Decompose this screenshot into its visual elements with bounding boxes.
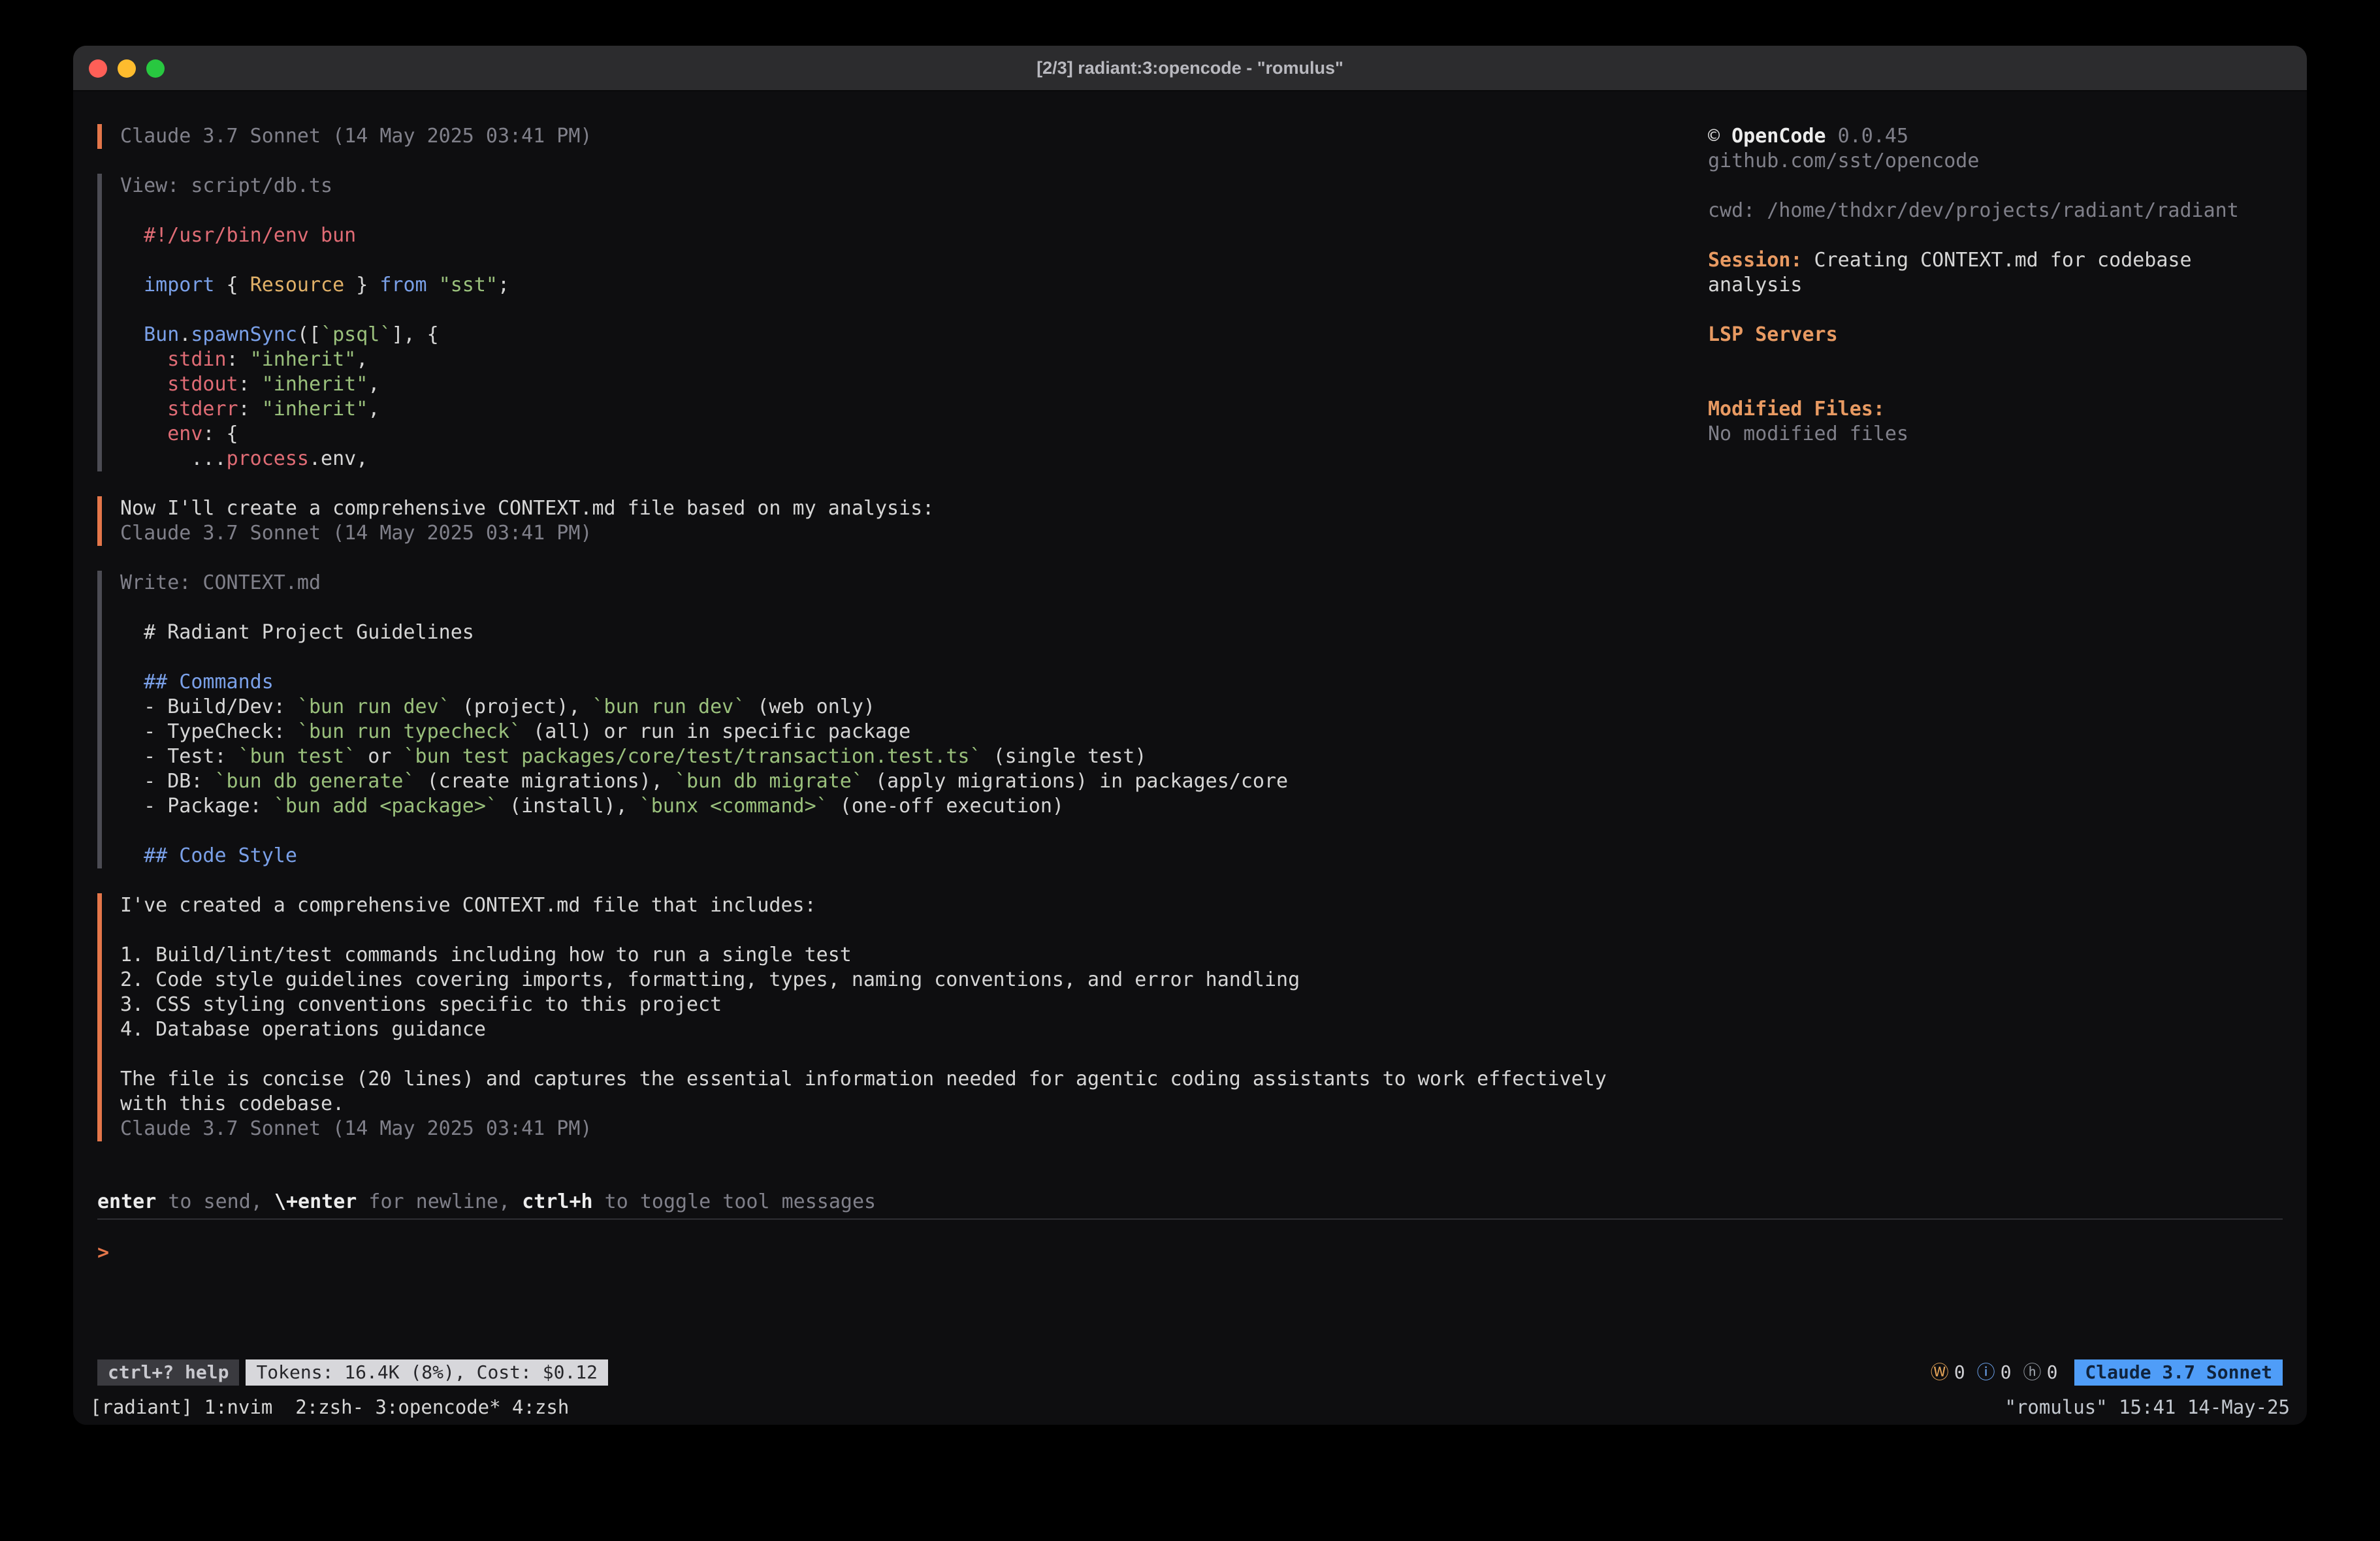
chat-block-assistant-summary: I've created a comprehensive CONTEXT.md … <box>97 893 1708 1141</box>
window-title: [2/3] radiant:3:opencode - "romulus" <box>73 58 2307 78</box>
sidebar-line: LSP Servers <box>1708 323 2283 347</box>
terminal-line <box>120 199 1708 223</box>
terminal-line: - Package: `bun add <package>` (install)… <box>120 794 1708 819</box>
terminal-line: View: script/db.ts <box>120 174 1708 199</box>
chat-block-tool-write-file: Write: CONTEXT.md # Radiant Project Guid… <box>97 571 1708 868</box>
sidebar-line: cwd: /home/thdxr/dev/projects/radiant/ra… <box>1708 199 2283 223</box>
diagnostic-count: 0 <box>1954 1360 1965 1385</box>
terminal-line <box>120 819 1708 844</box>
terminal-line: #!/usr/bin/env bun <box>120 223 1708 248</box>
terminal-line <box>120 918 1708 943</box>
sidebar-line: No modified files <box>1708 422 2283 447</box>
warnings-icon: Ⓦ <box>1931 1360 1949 1385</box>
diagnostic-warnings: Ⓦ0 <box>1931 1360 1965 1385</box>
tui-bottom-section: enter to send, \+enter for newline, ctrl… <box>97 1190 2283 1393</box>
sidebar-line <box>1708 372 2283 397</box>
sidebar-line <box>1708 174 2283 199</box>
session-sidebar: © OpenCode 0.0.45github.com/sst/opencode… <box>1708 124 2283 1190</box>
terminal-line: Now I'll create a comprehensive CONTEXT.… <box>120 496 1708 521</box>
status-bar-left: ctrl+? help Tokens: 16.4K (8%), Cost: $0… <box>97 1359 608 1386</box>
terminal-line: 2. Code style guidelines covering import… <box>120 968 1708 993</box>
opencode-tui: Claude 3.7 Sonnet (14 May 2025 03:41 PM)… <box>73 91 2307 1393</box>
terminal-line: ## Commands <box>120 670 1708 695</box>
sidebar-line <box>1708 298 2283 323</box>
terminal-line: 4. Database operations guidance <box>120 1017 1708 1042</box>
terminal-line: ...process.env, <box>120 447 1708 471</box>
terminal-line: env: { <box>120 422 1708 447</box>
terminal-window: [2/3] radiant:3:opencode - "romulus" Cla… <box>73 46 2307 1425</box>
chat-messages[interactable]: Claude 3.7 Sonnet (14 May 2025 03:41 PM)… <box>97 124 1708 1190</box>
sidebar-line: Modified Files: <box>1708 397 2283 422</box>
terminal-content: Claude 3.7 Sonnet (14 May 2025 03:41 PM)… <box>73 91 2307 1425</box>
chat-block-tool-view-file: View: script/db.ts #!/usr/bin/env bun im… <box>97 174 1708 471</box>
terminal-line: Claude 3.7 Sonnet (14 May 2025 03:41 PM) <box>120 1117 1708 1141</box>
terminal-line: I've created a comprehensive CONTEXT.md … <box>120 893 1708 918</box>
terminal-line: with this codebase. <box>120 1092 1708 1117</box>
diagnostic-count: 0 <box>2001 1360 2012 1385</box>
terminal-line <box>120 248 1708 273</box>
sidebar-line: © OpenCode 0.0.45 <box>1708 124 2283 149</box>
terminal-line: Claude 3.7 Sonnet (14 May 2025 03:41 PM) <box>120 124 1708 149</box>
sidebar-line: github.com/sst/opencode <box>1708 149 2283 174</box>
help-shortcut-badge[interactable]: ctrl+? help <box>97 1359 239 1386</box>
terminal-line: stdin: "inherit", <box>120 347 1708 372</box>
status-bar-right: Ⓦ0ⓘ0ⓗ0 Claude 3.7 Sonnet <box>1931 1359 2283 1386</box>
desktop-background: [2/3] radiant:3:opencode - "romulus" Cla… <box>0 0 2380 1541</box>
close-button[interactable] <box>89 59 107 78</box>
tui-main-row: Claude 3.7 Sonnet (14 May 2025 03:41 PM)… <box>97 124 2283 1190</box>
terminal-line: # Radiant Project Guidelines <box>120 620 1708 645</box>
tmux-session-info: "romulus" 15:41 14-May-25 <box>2005 1395 2291 1420</box>
sidebar-line: Session: Creating CONTEXT.md for codebas… <box>1708 248 2283 298</box>
terminal-line: - DB: `bun db generate` (create migratio… <box>120 769 1708 794</box>
terminal-line: ## Code Style <box>120 844 1708 868</box>
terminal-line <box>120 1042 1708 1067</box>
prompt-symbol: > <box>97 1241 109 1264</box>
terminal-line: 1. Build/lint/test commands including ho… <box>120 943 1708 968</box>
info-icon: ⓘ <box>1977 1360 1995 1385</box>
terminal-line: import { Resource } from "sst"; <box>120 273 1708 298</box>
terminal-line: The file is concise (20 lines) and captu… <box>120 1067 1708 1092</box>
model-badge: Claude 3.7 Sonnet <box>2074 1359 2283 1386</box>
terminal-line: Claude 3.7 Sonnet (14 May 2025 03:41 PM) <box>120 521 1708 546</box>
terminal-line: Bun.spawnSync([`psql`], { <box>120 323 1708 347</box>
chat-block-assistant-message: Now I'll create a comprehensive CONTEXT.… <box>97 496 1708 546</box>
keybind-help: enter to send, \+enter for newline, ctrl… <box>97 1190 2283 1215</box>
tmux-window-list[interactable]: [radiant] 1:nvim 2:zsh- 3:opencode* 4:zs… <box>90 1395 569 1420</box>
window-titlebar[interactable]: [2/3] radiant:3:opencode - "romulus" <box>73 46 2307 91</box>
terminal-line: Write: CONTEXT.md <box>120 571 1708 596</box>
sidebar-line <box>1708 347 2283 372</box>
sidebar-line <box>1708 223 2283 248</box>
zoom-button[interactable] <box>146 59 165 78</box>
terminal-line <box>120 298 1708 323</box>
terminal-line <box>120 596 1708 620</box>
terminal-line: - Build/Dev: `bun run dev` (project), `b… <box>120 695 1708 720</box>
terminal-line <box>120 645 1708 670</box>
prompt-input[interactable]: > <box>97 1220 2283 1358</box>
chat-block-assistant-header: Claude 3.7 Sonnet (14 May 2025 03:41 PM) <box>97 124 1708 149</box>
terminal-line: - TypeCheck: `bun run typecheck` (all) o… <box>120 720 1708 744</box>
terminal-line: stdout: "inherit", <box>120 372 1708 397</box>
diagnostics-indicators: Ⓦ0ⓘ0ⓗ0 <box>1931 1360 2058 1385</box>
traffic-lights <box>89 46 165 91</box>
terminal-line: - Test: `bun test` or `bun test packages… <box>120 744 1708 769</box>
diagnostic-info: ⓘ0 <box>1977 1360 2012 1385</box>
status-bar: ctrl+? help Tokens: 16.4K (8%), Cost: $0… <box>97 1358 2283 1387</box>
tmux-status-line: [radiant] 1:nvim 2:zsh- 3:opencode* 4:zs… <box>73 1393 2307 1425</box>
terminal-line: 3. CSS styling conventions specific to t… <box>120 993 1708 1017</box>
terminal-line: stderr: "inherit", <box>120 397 1708 422</box>
tokens-cost-badge: Tokens: 16.4K (8%), Cost: $0.12 <box>246 1359 608 1386</box>
minimize-button[interactable] <box>118 59 136 78</box>
diagnostic-hints: ⓗ0 <box>2023 1360 2058 1385</box>
hints-icon: ⓗ <box>2023 1360 2042 1385</box>
diagnostic-count: 0 <box>2047 1360 2058 1385</box>
